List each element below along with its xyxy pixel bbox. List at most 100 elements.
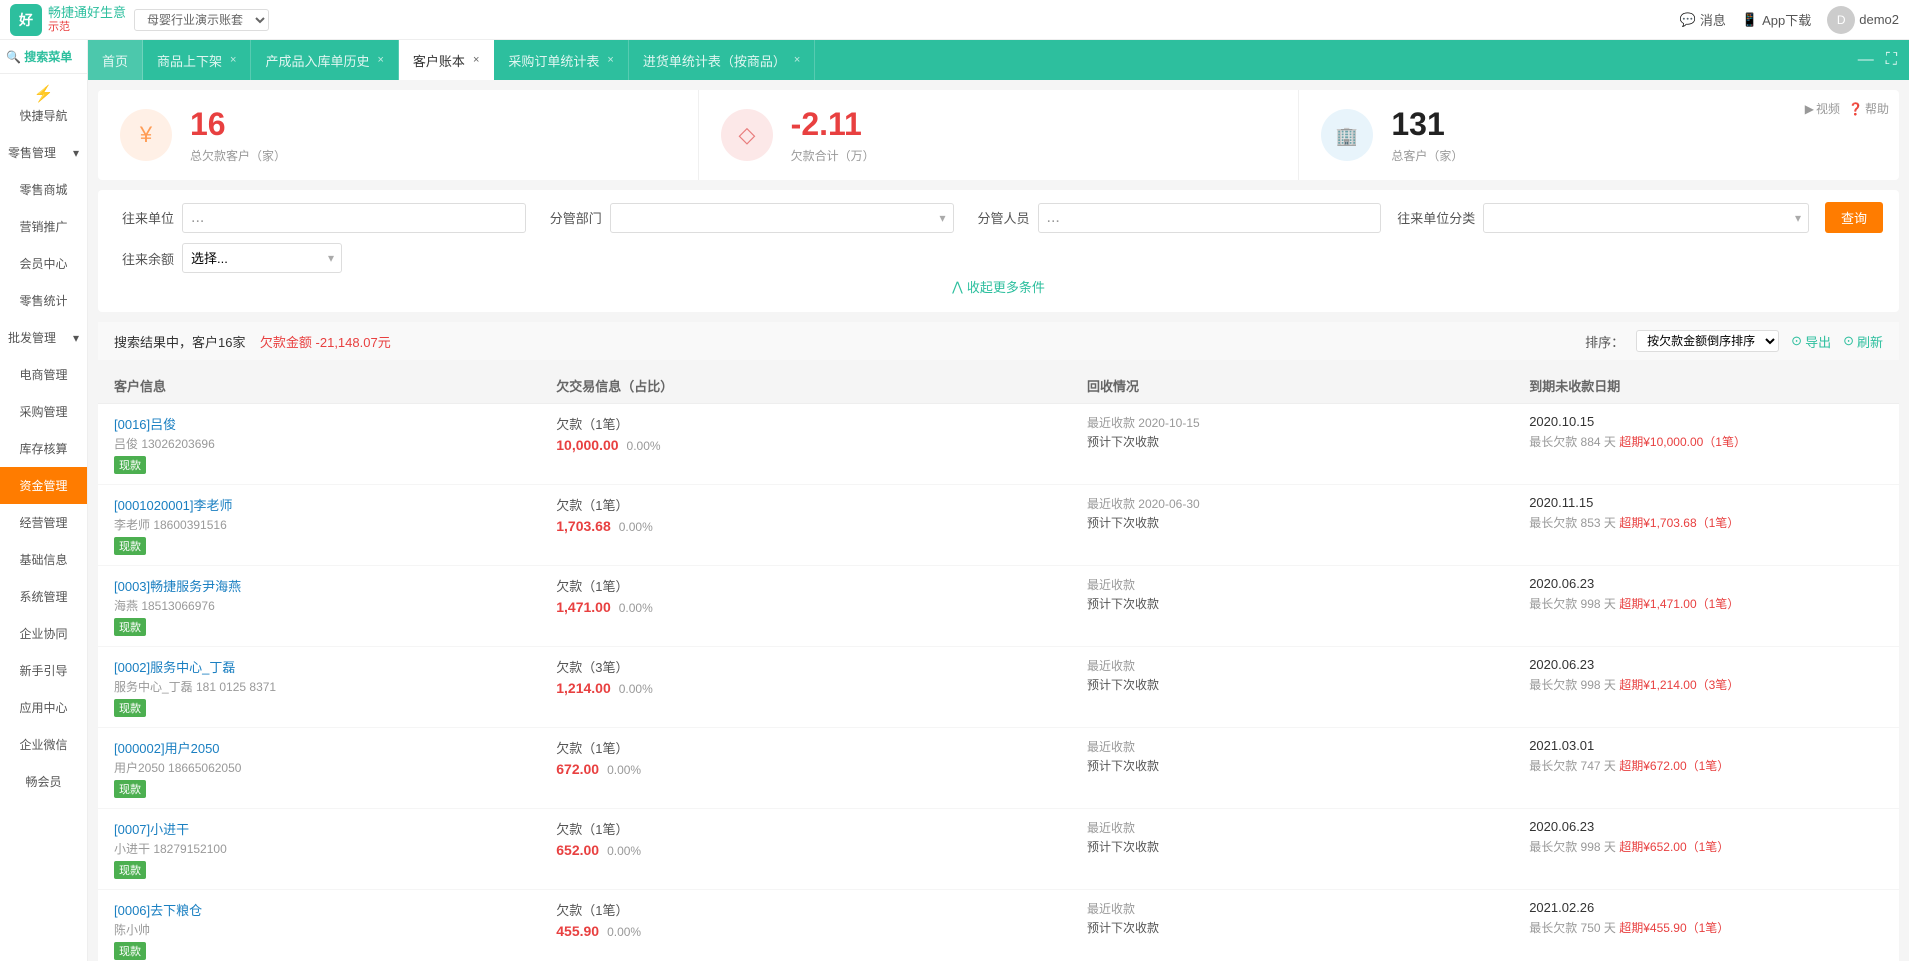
sidebar-item-finance[interactable]: 资金管理: [0, 467, 87, 504]
tab-minimize-btn[interactable]: —: [1854, 49, 1878, 71]
overdue-days-c2: 最长欠款 853 天 超期¥1,703.68（1笔）: [1529, 514, 1883, 531]
table-row: [0007]小进干 小进干 18279152100 现款 欠款（1笔） 652.…: [98, 809, 1899, 890]
dept-select-wrapper[interactable]: [610, 203, 954, 233]
recovery-c1: 最近收款 2020-10-15 预计下次收款: [1087, 414, 1529, 450]
debt-count-c1: 欠款（1笔）: [556, 414, 1087, 433]
overdue-amount-c7[interactable]: 超期¥455.90（1笔）: [1619, 921, 1729, 935]
customer-name-c7[interactable]: [0006]去下粮仓: [114, 900, 556, 919]
dept-select[interactable]: [610, 203, 954, 233]
recovery-c7: 最近收款 预计下次收款: [1087, 900, 1529, 936]
recovery-label-c5: 预计下次收款: [1087, 757, 1529, 774]
tab-home[interactable]: 首页: [88, 40, 143, 80]
filter-area: 往来单位 ... 分管部门 分管人员: [98, 190, 1899, 312]
debt-total-label: 欠款合计（万）: [791, 147, 875, 164]
overdue-amount-c6[interactable]: 超期¥652.00（1笔）: [1619, 840, 1729, 854]
export-btn[interactable]: ⊙ 导出: [1791, 332, 1831, 351]
message-btn[interactable]: 💬 消息: [1680, 10, 1726, 29]
unit-category-select[interactable]: [1483, 203, 1809, 233]
refresh-btn[interactable]: ⊙ 刷新: [1843, 332, 1883, 351]
debt-amount-c3: 1,471.00: [556, 599, 611, 615]
sidebar-item-system[interactable]: 系统管理: [0, 578, 87, 615]
debt-count-c3: 欠款（1笔）: [556, 576, 1087, 595]
sidebar-item-enterprise-wechat[interactable]: 企业微信: [0, 726, 87, 763]
sidebar-item-enterprise-collab[interactable]: 企业协同: [0, 615, 87, 652]
overdue-date-c5: 2021.03.01: [1529, 738, 1883, 753]
company-select[interactable]: 母婴行业演示账套: [134, 9, 269, 31]
customer-name-c1[interactable]: [0016]吕俊: [114, 414, 556, 433]
tab-products-up-down[interactable]: 商品上下架 ×: [143, 40, 251, 80]
sidebar-item-new-user[interactable]: 新手引导: [0, 652, 87, 689]
tab-maximize-btn[interactable]: ⛶: [1882, 49, 1901, 71]
recovery-date-c4: 最近收款: [1087, 657, 1529, 674]
user-area[interactable]: D demo2: [1827, 6, 1899, 34]
app-download-btn[interactable]: 📱 App下载: [1742, 10, 1811, 29]
customer-name-c6[interactable]: [0007]小进干: [114, 819, 556, 838]
tag-xianjin-c7: 现款: [114, 942, 146, 960]
customer-name-c5[interactable]: [000002]用户2050: [114, 738, 556, 757]
sidebar-item-ecommerce[interactable]: 电商管理: [0, 356, 87, 393]
customer-sub-c4: 服务中心_丁磊 181 0125 8371: [114, 678, 556, 695]
overdue-amount-c1[interactable]: 超期¥10,000.00（1笔）: [1619, 435, 1746, 449]
tab-inbound-stats[interactable]: 进货单统计表（按商品） ×: [629, 40, 815, 80]
customer-info-c2: [0001020001]李老师 李老师 18600391516 现款: [114, 495, 556, 555]
balance-select-wrapper[interactable]: 选择...: [182, 243, 342, 273]
collapse-button[interactable]: ⋀ 收起更多条件: [952, 277, 1045, 296]
app-label: App下载: [1762, 10, 1811, 29]
refresh-icon: ⊙: [1843, 333, 1854, 349]
sidebar-item-batch-mgmt[interactable]: 批发管理 ▾: [0, 319, 87, 356]
overdue-amount-c2[interactable]: 超期¥1,703.68（1笔）: [1619, 516, 1739, 530]
balance-select[interactable]: 选择...: [182, 243, 342, 273]
sidebar-item-quick-nav[interactable]: ⚡ 快捷导航: [0, 74, 87, 134]
total-customers-label: 总客户（家）: [1391, 147, 1463, 164]
overdue-c1: 2020.10.15 最长欠款 884 天 超期¥10,000.00（1笔）: [1529, 414, 1883, 450]
tab-products-inbound[interactable]: 产成品入库单历史 ×: [251, 40, 398, 80]
close-icon[interactable]: ×: [794, 54, 800, 66]
tab-purchase-stats[interactable]: 采购订单统计表 ×: [494, 40, 628, 80]
sidebar-item-members[interactable]: 会员中心: [0, 245, 87, 282]
debt-percent-c5: 0.00%: [607, 763, 641, 777]
overdue-amount-c3[interactable]: 超期¥1,471.00（1笔）: [1619, 597, 1739, 611]
debt-count-c4: 欠款（3笔）: [556, 657, 1087, 676]
debtors-label: 总欠款客户（家）: [190, 147, 286, 164]
sidebar-search[interactable]: 🔍 搜索菜单: [0, 40, 87, 74]
overdue-c7: 2021.02.26 最长欠款 750 天 超期¥455.90（1笔）: [1529, 900, 1883, 936]
sidebar-item-app-center[interactable]: 应用中心: [0, 689, 87, 726]
sidebar-item-marketing[interactable]: 营销推广: [0, 208, 87, 245]
overdue-amount-c5[interactable]: 超期¥672.00（1笔）: [1619, 759, 1729, 773]
close-icon[interactable]: ×: [473, 54, 479, 66]
tab-actions: — ⛶: [1846, 49, 1909, 71]
sidebar-item-inventory[interactable]: 库存核算: [0, 430, 87, 467]
customer-name-c3[interactable]: [0003]畅捷服务尹海燕: [114, 576, 556, 595]
customer-name-c4[interactable]: [0002]服务中心_丁磊: [114, 657, 556, 676]
source-unit-input[interactable]: ...: [182, 203, 526, 233]
recovery-c4: 最近收款 预计下次收款: [1087, 657, 1529, 693]
debt-count-c6: 欠款（1笔）: [556, 819, 1087, 838]
person-input[interactable]: ...: [1038, 203, 1382, 233]
sidebar-item-retail-stats[interactable]: 零售统计: [0, 282, 87, 319]
unit-category-select-wrapper[interactable]: [1483, 203, 1809, 233]
sidebar-item-basic-info[interactable]: 基础信息: [0, 541, 87, 578]
sidebar-item-retail-store[interactable]: 零售商城: [0, 171, 87, 208]
sort-select[interactable]: 按欠款金额倒序排序: [1636, 330, 1779, 352]
sidebar-item-vip[interactable]: 畅会员: [0, 763, 87, 800]
search-button[interactable]: 查询: [1825, 202, 1883, 233]
tab-products-inbound-label: 产成品入库单历史: [265, 51, 369, 70]
help-btn[interactable]: ❓ 帮助: [1848, 100, 1889, 117]
overdue-date-c3: 2020.06.23: [1529, 576, 1883, 591]
overdue-date-c7: 2021.02.26: [1529, 900, 1883, 915]
debt-info-c2: 欠款（1笔） 1,703.68 0.00%: [556, 495, 1087, 534]
sidebar-item-operations[interactable]: 经营管理: [0, 504, 87, 541]
sidebar-item-retail-mgmt[interactable]: 零售管理 ▾: [0, 134, 87, 171]
tab-customer-account[interactable]: 客户账本 ×: [399, 40, 494, 80]
close-icon[interactable]: ×: [377, 54, 383, 66]
recovery-date-c3: 最近收款: [1087, 576, 1529, 593]
close-icon[interactable]: ×: [607, 54, 613, 66]
table-row: [0001020001]李老师 李老师 18600391516 现款 欠款（1笔…: [98, 485, 1899, 566]
close-icon[interactable]: ×: [230, 54, 236, 66]
video-btn[interactable]: ▶ 视频: [1805, 100, 1840, 117]
overdue-amount-c4[interactable]: 超期¥1,214.00（3笔）: [1619, 678, 1739, 692]
dots-icon: ...: [191, 209, 204, 227]
sidebar-item-purchase[interactable]: 采购管理: [0, 393, 87, 430]
customer-name-c2[interactable]: [0001020001]李老师: [114, 495, 556, 514]
overdue-date-c1: 2020.10.15: [1529, 414, 1883, 429]
